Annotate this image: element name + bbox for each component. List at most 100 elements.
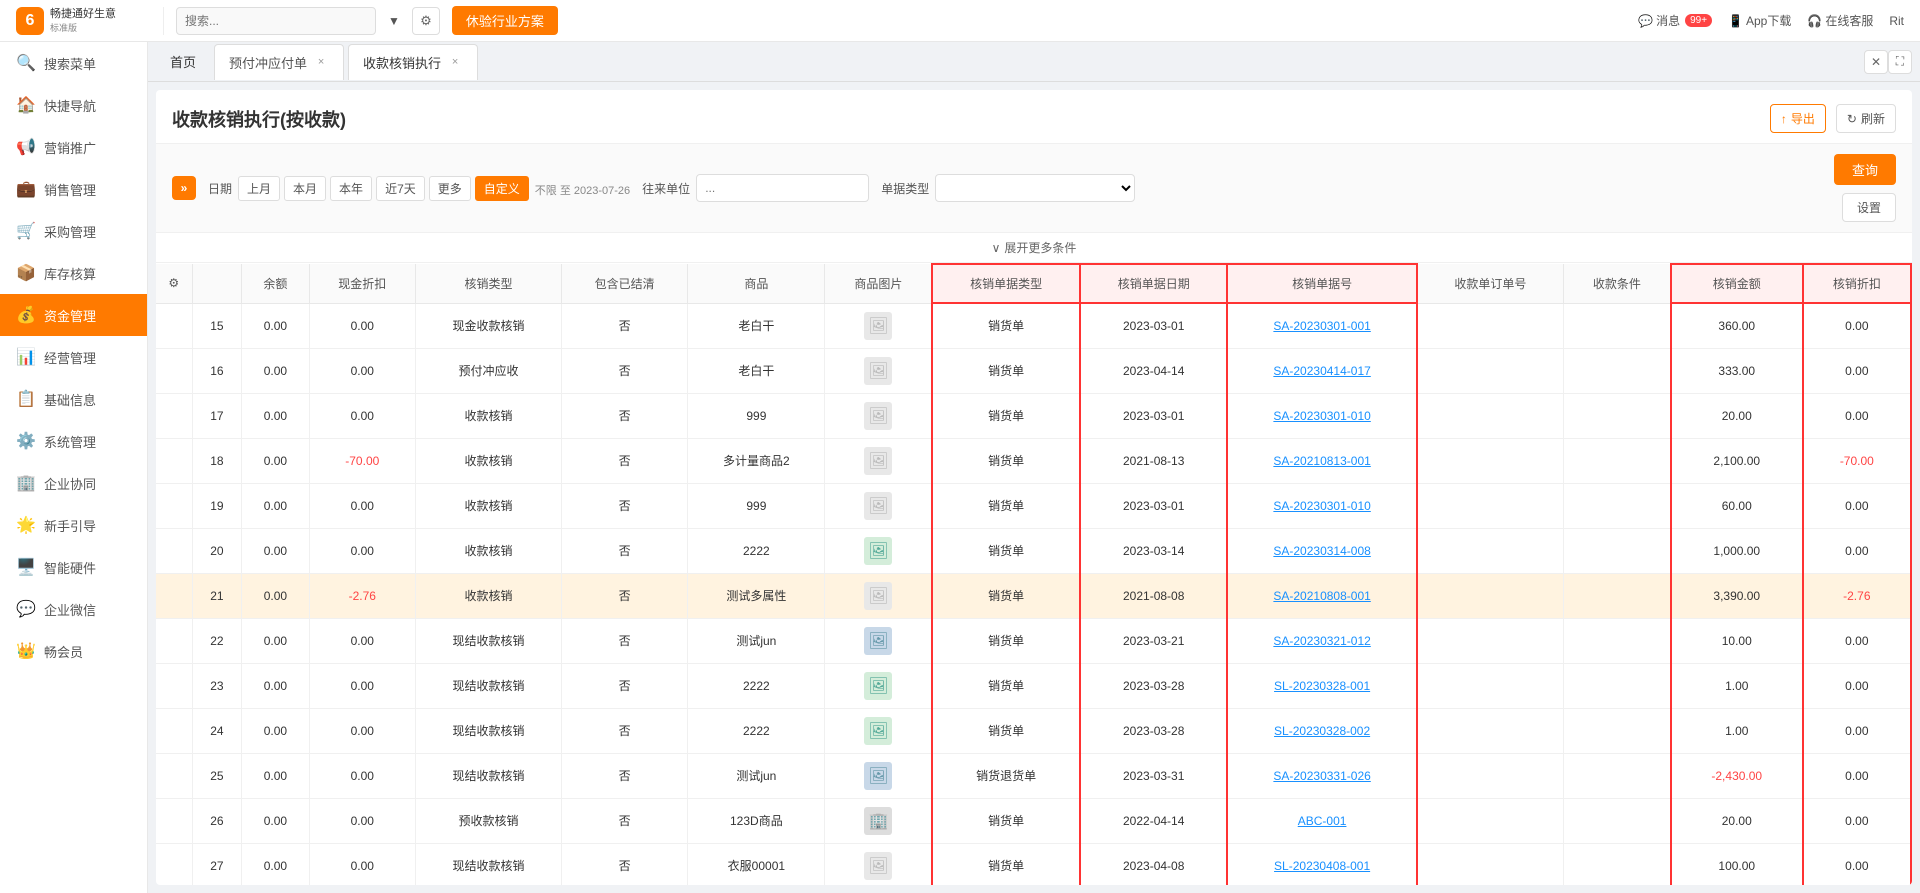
td-include-settled: 否	[562, 753, 688, 798]
td-cash-discount: 0.00	[309, 393, 416, 438]
td-settings[interactable]	[156, 663, 192, 708]
partner-label: 往来单位	[642, 180, 690, 197]
sidebar-item-inventory[interactable]: 📦 库存核算	[0, 252, 147, 294]
goods-img-placeholder: 🖼	[864, 357, 892, 385]
td-settings[interactable]	[156, 798, 192, 843]
tab-home[interactable]: 首页	[156, 44, 210, 80]
td-settings[interactable]	[156, 573, 192, 618]
sidebar-item-sys-mgmt[interactable]: ⚙️ 系统管理	[0, 420, 147, 462]
tab-fullscreen-btn[interactable]: ⛶	[1888, 50, 1912, 74]
tab-close-all-btn[interactable]: ✕	[1864, 50, 1888, 74]
td-settings[interactable]	[156, 483, 192, 528]
td-cancel-discount: 0.00	[1803, 528, 1911, 573]
sidebar-item-guide[interactable]: 🌟 新手引导	[0, 504, 147, 546]
sidebar-item-operations[interactable]: 📊 经营管理	[0, 336, 147, 378]
sidebar-item-member[interactable]: 👑 畅会员	[0, 630, 147, 672]
td-settings[interactable]	[156, 528, 192, 573]
goods-img-building: 🏢	[864, 807, 892, 835]
sidebar-item-purchase[interactable]: 🛒 采购管理	[0, 210, 147, 252]
td-settings[interactable]	[156, 438, 192, 483]
purchase-icon: 🛒	[16, 221, 36, 241]
filter-voucher-type-group: 单据类型	[881, 174, 1135, 202]
td-settings[interactable]	[156, 393, 192, 438]
td-settings[interactable]	[156, 618, 192, 663]
td-cancel-no[interactable]: SL-20230408-001	[1227, 843, 1416, 885]
sidebar-item-wechat[interactable]: 💬 企业微信	[0, 588, 147, 630]
td-settings[interactable]	[156, 843, 192, 885]
td-cancel-no[interactable]: SA-20230414-017	[1227, 348, 1416, 393]
smart-hw-icon: 🖥️	[16, 557, 36, 577]
date-btn-this-year[interactable]: 本年	[330, 176, 372, 201]
goods-img-green: 🖼	[864, 537, 892, 565]
td-receipt-condition	[1563, 663, 1670, 708]
sidebar-item-enterprise[interactable]: 🏢 企业协同	[0, 462, 147, 504]
app-download-btn[interactable]: 📱 App下载	[1728, 12, 1791, 29]
filter-expand-btn[interactable]: »	[172, 176, 196, 200]
td-row-num: 22	[192, 618, 242, 663]
td-balance: 0.00	[242, 528, 309, 573]
sidebar-label-sys-mgmt: 系统管理	[44, 432, 96, 451]
td-cancel-no[interactable]: SA-20230331-026	[1227, 753, 1416, 798]
top-search-input[interactable]	[176, 7, 376, 35]
sidebar-item-marketing[interactable]: 📢 营销推广	[0, 126, 147, 168]
tab-receipt-cancel-close[interactable]: ×	[447, 54, 463, 70]
sidebar-item-base-info[interactable]: 📋 基础信息	[0, 378, 147, 420]
td-cancel-no[interactable]: SA-20210808-001	[1227, 573, 1416, 618]
td-settings[interactable]	[156, 708, 192, 753]
refresh-button[interactable]: ↻ 刷新	[1836, 104, 1896, 133]
settings-button[interactable]: 设置	[1842, 193, 1896, 222]
voucher-type-select[interactable]	[935, 174, 1135, 202]
td-cancel-type: 预收款核销	[416, 798, 562, 843]
sidebar-item-finance[interactable]: 💰 资金管理	[0, 294, 147, 336]
td-cash-discount: 0.00	[309, 303, 416, 348]
td-row-num: 24	[192, 708, 242, 753]
user-area[interactable]: Rit	[1889, 14, 1904, 28]
top-dropdown[interactable]: ▼	[388, 14, 400, 28]
th-receipt-condition: 收款条件	[1563, 264, 1670, 303]
td-settings[interactable]	[156, 348, 192, 393]
td-cancel-no[interactable]: ABC-001	[1227, 798, 1416, 843]
export-button[interactable]: ↑ 导出	[1770, 104, 1826, 133]
date-btn-more[interactable]: 更多	[429, 176, 471, 201]
td-cancel-no[interactable]: SA-20230301-010	[1227, 393, 1416, 438]
wechat-icon: 💬	[16, 599, 36, 619]
date-btn-custom[interactable]: 自定义	[475, 176, 529, 201]
sidebar-item-quick-nav[interactable]: 🏠 快捷导航	[0, 84, 147, 126]
expand-more-conditions[interactable]: ∨ 展开更多条件	[156, 233, 1912, 263]
sidebar-item-smart-hw[interactable]: 🖥️ 智能硬件	[0, 546, 147, 588]
td-cancel-discount: 0.00	[1803, 303, 1911, 348]
date-btn-7days[interactable]: 近7天	[376, 176, 425, 201]
table-row: 15 0.00 0.00 现金收款核销 否 老白干 🖼 销货单 2023-03-…	[156, 303, 1911, 348]
solution-button[interactable]: 休验行业方案	[452, 6, 558, 35]
td-balance: 0.00	[242, 348, 309, 393]
sidebar-item-sales[interactable]: 💼 销售管理	[0, 168, 147, 210]
tab-receipt-cancel[interactable]: 收款核销执行 ×	[348, 44, 478, 80]
td-cancel-discount: 0.00	[1803, 798, 1911, 843]
table-row: 18 0.00 -70.00 收款核销 否 多计量商品2 🖼 销货单 2021-…	[156, 438, 1911, 483]
tab-prepay[interactable]: 预付冲应付单 ×	[214, 44, 344, 80]
date-btn-this-month[interactable]: 本月	[284, 176, 326, 201]
data-table: ⚙ 余额 现金折扣 核销类型 包含已结清 商品 商品图片 核销单据类型 核销单据…	[156, 263, 1912, 885]
td-cancel-no[interactable]: SL-20230328-001	[1227, 663, 1416, 708]
td-cancel-no[interactable]: SL-20230328-002	[1227, 708, 1416, 753]
partner-input[interactable]	[696, 174, 869, 202]
th-settings[interactable]: ⚙	[156, 264, 192, 303]
tab-prepay-close[interactable]: ×	[313, 54, 329, 70]
query-button[interactable]: 查询	[1834, 154, 1896, 185]
td-cancel-no[interactable]: SA-20210813-001	[1227, 438, 1416, 483]
td-settings[interactable]	[156, 753, 192, 798]
td-receipt-condition	[1563, 303, 1670, 348]
td-include-settled: 否	[562, 438, 688, 483]
settings-icon[interactable]: ⚙	[412, 7, 440, 35]
message-btn[interactable]: 💬 消息 99+	[1638, 12, 1712, 29]
online-service-btn[interactable]: 🎧 在线客服	[1807, 12, 1873, 29]
td-cancel-type: 现结收款核销	[416, 663, 562, 708]
date-btn-last-month[interactable]: 上月	[238, 176, 280, 201]
user-name: Rit	[1889, 14, 1904, 28]
td-cancel-no[interactable]: SA-20230321-012	[1227, 618, 1416, 663]
td-cancel-no[interactable]: SA-20230314-008	[1227, 528, 1416, 573]
sidebar-item-search-menu[interactable]: 🔍 搜索菜单	[0, 42, 147, 84]
td-cancel-no[interactable]: SA-20230301-010	[1227, 483, 1416, 528]
td-settings[interactable]	[156, 303, 192, 348]
td-cancel-no[interactable]: SA-20230301-001	[1227, 303, 1416, 348]
